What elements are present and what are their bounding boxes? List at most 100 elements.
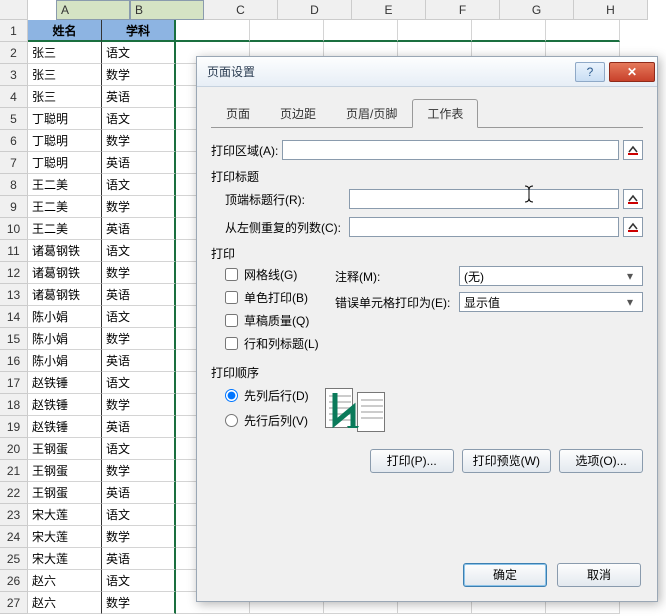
row-header[interactable]: 19 (0, 416, 28, 438)
cell[interactable]: 语文 (102, 438, 176, 460)
cell[interactable]: 王二美 (28, 218, 102, 240)
row-header[interactable]: 7 (0, 152, 28, 174)
cell[interactable]: 语文 (102, 306, 176, 328)
cell[interactable]: 英语 (102, 482, 176, 504)
cell[interactable]: 姓名 (28, 20, 102, 42)
cell[interactable]: 语文 (102, 108, 176, 130)
row-header[interactable]: 26 (0, 570, 28, 592)
print-preview-button[interactable]: 打印预览(W) (462, 449, 551, 473)
cell[interactable]: 赵铁锤 (28, 416, 102, 438)
cell[interactable]: 王钢蛋 (28, 438, 102, 460)
cell[interactable] (472, 20, 546, 42)
row-header[interactable]: 17 (0, 372, 28, 394)
cell[interactable]: 丁聪明 (28, 130, 102, 152)
cell[interactable]: 赵六 (28, 592, 102, 614)
print-area-picker[interactable] (623, 140, 643, 160)
cell[interactable]: 英语 (102, 284, 176, 306)
tab-header-footer[interactable]: 页眉/页脚 (331, 99, 412, 128)
cell[interactable]: 丁聪明 (28, 108, 102, 130)
row-header[interactable]: 25 (0, 548, 28, 570)
row-header[interactable]: 22 (0, 482, 28, 504)
cell[interactable]: 数学 (102, 526, 176, 548)
cell[interactable]: 诸葛钢铁 (28, 284, 102, 306)
row-header[interactable]: 12 (0, 262, 28, 284)
cell[interactable] (398, 20, 472, 42)
cell[interactable]: 赵铁锤 (28, 372, 102, 394)
row-header[interactable]: 14 (0, 306, 28, 328)
cell[interactable]: 学科 (102, 20, 176, 42)
row-header[interactable]: 8 (0, 174, 28, 196)
cell[interactable]: 数学 (102, 130, 176, 152)
print-area-input[interactable] (282, 140, 619, 160)
cell[interactable]: 语文 (102, 174, 176, 196)
cell[interactable]: 数学 (102, 196, 176, 218)
help-button[interactable]: ? (575, 62, 605, 82)
left-cols-input[interactable] (349, 217, 619, 237)
cell[interactable] (250, 20, 324, 42)
print-button[interactable]: 打印(P)... (370, 449, 454, 473)
cell[interactable]: 英语 (102, 350, 176, 372)
cell[interactable]: 数学 (102, 592, 176, 614)
tab-page[interactable]: 页面 (211, 99, 265, 128)
cell[interactable]: 英语 (102, 152, 176, 174)
cell[interactable]: 语文 (102, 240, 176, 262)
close-button[interactable]: ✕ (609, 62, 655, 82)
cell[interactable]: 语文 (102, 372, 176, 394)
tab-margins[interactable]: 页边距 (265, 99, 331, 128)
cell[interactable]: 王二美 (28, 174, 102, 196)
column-header-F[interactable]: F (426, 0, 500, 20)
cell[interactable]: 丁聪明 (28, 152, 102, 174)
errors-select[interactable]: 显示值▾ (459, 292, 643, 312)
blackwhite-checkbox[interactable]: 单色打印(B) (225, 289, 335, 306)
options-button[interactable]: 选项(O)... (559, 449, 643, 473)
column-header-B[interactable]: B (130, 0, 204, 20)
row-header[interactable]: 3 (0, 64, 28, 86)
cell[interactable]: 赵六 (28, 570, 102, 592)
column-header-H[interactable]: H (574, 0, 648, 20)
cell[interactable]: 陈小娟 (28, 328, 102, 350)
row-header[interactable]: 4 (0, 86, 28, 108)
cell[interactable]: 语文 (102, 570, 176, 592)
tab-sheet[interactable]: 工作表 (412, 99, 478, 128)
row-header[interactable]: 10 (0, 218, 28, 240)
dialog-titlebar[interactable]: 页面设置 ? ✕ (197, 57, 657, 87)
column-header-A[interactable]: A (56, 0, 130, 20)
row-header[interactable]: 27 (0, 592, 28, 614)
select-all-corner[interactable] (0, 0, 28, 20)
cell[interactable]: 数学 (102, 394, 176, 416)
cell[interactable] (176, 20, 250, 42)
comments-select[interactable]: (无)▾ (459, 266, 643, 286)
row-header[interactable]: 23 (0, 504, 28, 526)
cell[interactable]: 陈小娟 (28, 306, 102, 328)
cell[interactable]: 英语 (102, 86, 176, 108)
left-cols-picker[interactable] (623, 217, 643, 237)
cell[interactable]: 数学 (102, 262, 176, 284)
row-header[interactable]: 6 (0, 130, 28, 152)
column-header-D[interactable]: D (278, 0, 352, 20)
row-header[interactable]: 1 (0, 20, 28, 42)
top-rows-picker[interactable] (623, 189, 643, 209)
cell[interactable]: 数学 (102, 328, 176, 350)
down-then-over-radio[interactable]: 先列后行(D) (225, 387, 309, 404)
cell[interactable]: 宋大莲 (28, 548, 102, 570)
cell[interactable]: 张三 (28, 64, 102, 86)
cell[interactable]: 宋大莲 (28, 504, 102, 526)
row-header[interactable]: 16 (0, 350, 28, 372)
cell[interactable]: 英语 (102, 548, 176, 570)
row-header[interactable]: 11 (0, 240, 28, 262)
row-header[interactable]: 5 (0, 108, 28, 130)
cell[interactable]: 英语 (102, 416, 176, 438)
cell[interactable]: 张三 (28, 42, 102, 64)
cell[interactable]: 赵铁锤 (28, 394, 102, 416)
cell[interactable]: 王二美 (28, 196, 102, 218)
column-header-C[interactable]: C (204, 0, 278, 20)
cell[interactable]: 陈小娟 (28, 350, 102, 372)
cell[interactable]: 数学 (102, 460, 176, 482)
row-header[interactable]: 21 (0, 460, 28, 482)
ok-button[interactable]: 确定 (463, 563, 547, 587)
cell[interactable]: 诸葛钢铁 (28, 262, 102, 284)
cell[interactable]: 英语 (102, 218, 176, 240)
row-header[interactable]: 15 (0, 328, 28, 350)
cell[interactable]: 诸葛钢铁 (28, 240, 102, 262)
cancel-button[interactable]: 取消 (557, 563, 641, 587)
